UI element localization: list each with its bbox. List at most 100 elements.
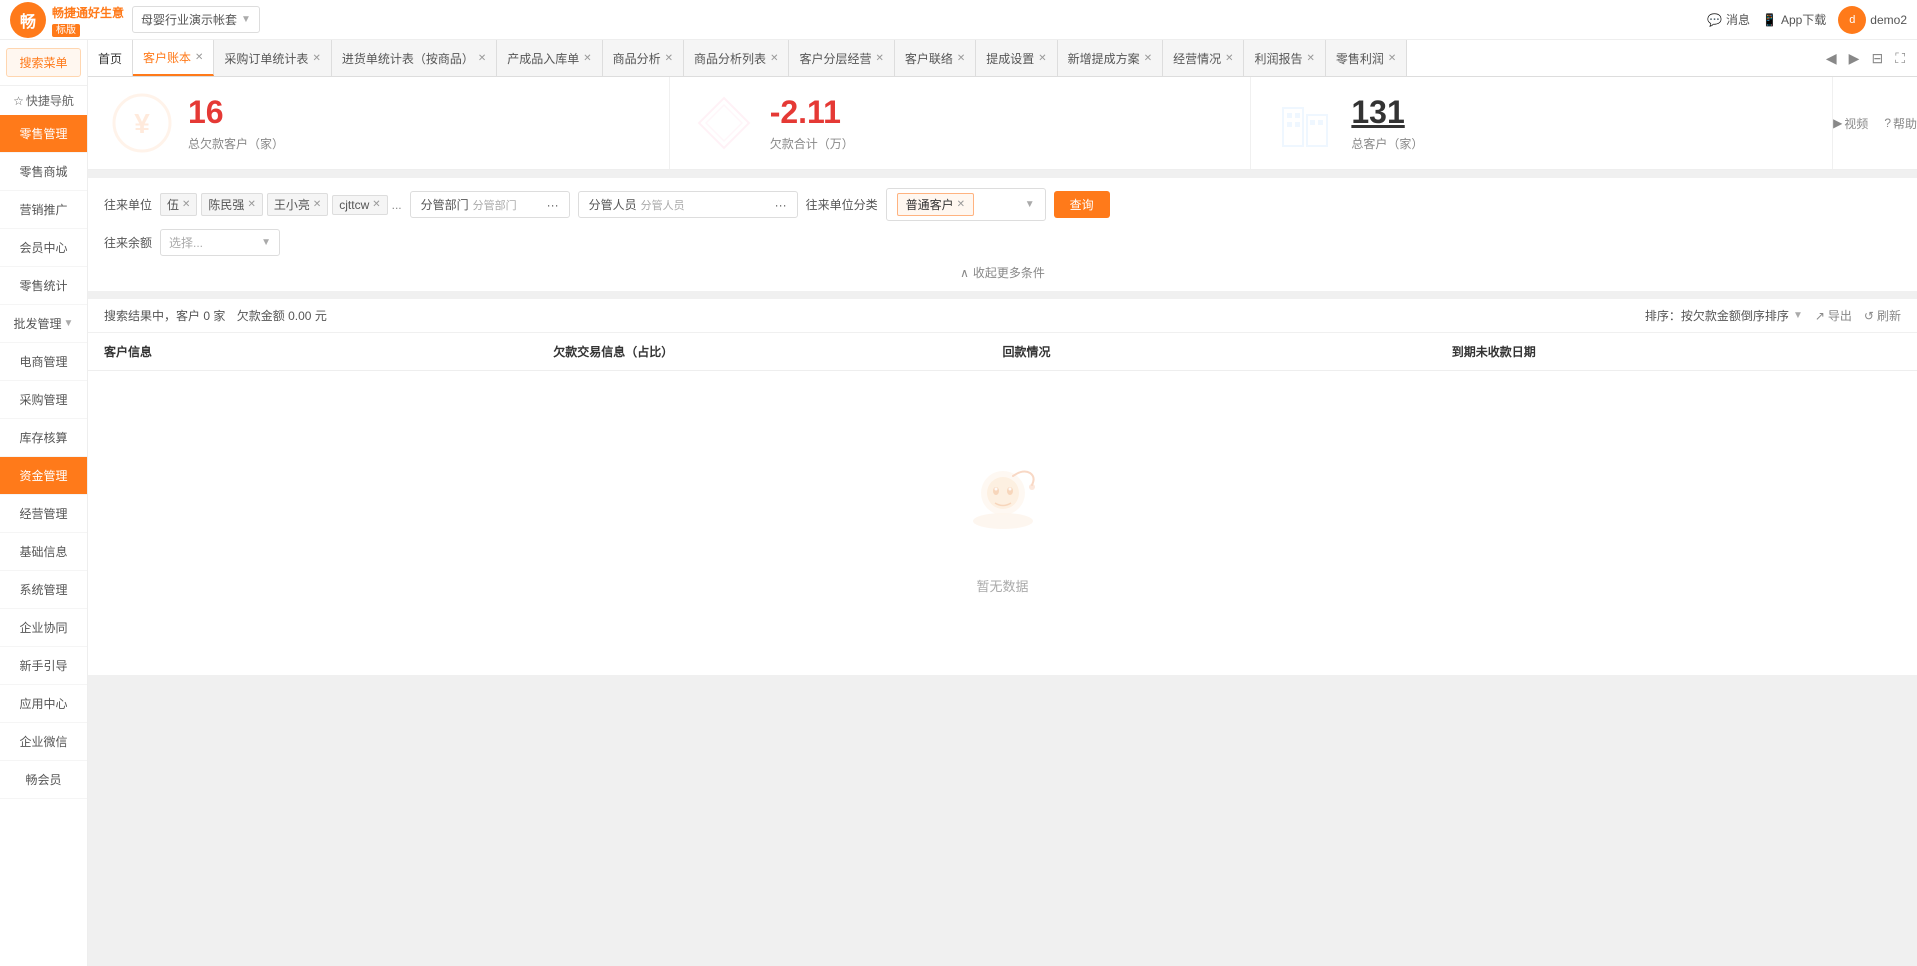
tab-customer-tier[interactable]: 客户分层经营 ✕ <box>789 40 894 76</box>
svg-text:¥: ¥ <box>134 108 150 139</box>
tab-close-icon[interactable]: ✕ <box>957 53 965 64</box>
tag-close-category[interactable]: ✕ <box>957 199 965 210</box>
tab-bar: 首页 客户账本 ✕ 采购订单统计表 ✕ 进货单统计表（按商品） ✕ 产成品入库单… <box>88 40 1917 77</box>
tab-business-status[interactable]: 经营情况 ✕ <box>1163 40 1244 76</box>
export-icon: ↗ <box>1815 309 1825 323</box>
balance-select[interactable]: 选择... ▼ <box>160 229 280 256</box>
tab-inbound-stats[interactable]: 进货单统计表（按商品） ✕ <box>332 40 497 76</box>
sort-select[interactable]: 排序：按欠款金额倒序排序 ▼ <box>1645 307 1803 324</box>
tab-close-icon[interactable]: ✕ <box>665 53 673 64</box>
col-due-date: 到期未收款日期 <box>1452 343 1901 360</box>
tab-close-icon[interactable]: ✕ <box>1144 53 1152 64</box>
sidebar-item-retail-mgmt[interactable]: 零售管理 <box>0 115 87 153</box>
sidebar-item-inventory[interactable]: 库存核算 <box>0 419 87 457</box>
tab-retail-profit[interactable]: 零售利润 ✕ <box>1326 40 1407 76</box>
stat-info-customers: 16 总欠款客户（家） <box>188 94 284 152</box>
sidebar-item-basic-info[interactable]: 基础信息 <box>0 533 87 571</box>
help-button[interactable]: ? 帮助 <box>1884 115 1917 132</box>
app-download-button[interactable]: 📱 App下载 <box>1762 11 1826 28</box>
person-dots-icon: ··· <box>775 198 787 212</box>
col-customer-info: 客户信息 <box>104 343 553 360</box>
filter-tag-cjttcw: cjttcw ✕ <box>332 195 387 215</box>
export-button[interactable]: ↗ 导出 <box>1815 307 1852 324</box>
sidebar-item-ecommerce[interactable]: 电商管理 <box>0 343 87 381</box>
content-area: 首页 客户账本 ✕ 采购订单统计表 ✕ 进货单统计表（按商品） ✕ 产成品入库单… <box>88 40 1917 966</box>
tab-close-icon[interactable]: ✕ <box>1038 53 1046 64</box>
tab-prev-icon[interactable]: ◀ <box>1822 48 1841 69</box>
quick-nav-button[interactable]: ☆ 快捷导航 <box>0 86 87 115</box>
tab-close-icon[interactable]: ✕ <box>770 53 778 64</box>
tab-close-icon[interactable]: ✕ <box>1388 53 1396 64</box>
user-menu[interactable]: d demo2 <box>1838 6 1907 34</box>
stat-block-overdue-amount: -2.11 欠款合计（万） <box>670 77 1252 169</box>
sidebar-item-retail-stats[interactable]: 零售统计 <box>0 267 87 305</box>
tab-purchase-order[interactable]: 采购订单统计表 ✕ <box>214 40 331 76</box>
tag-close-wang[interactable]: ✕ <box>313 199 321 210</box>
video-icon: ▶ <box>1833 116 1842 130</box>
tag-close-cjttcw[interactable]: ✕ <box>372 199 380 210</box>
tab-close-icon[interactable]: ✕ <box>583 53 591 64</box>
sidebar: 搜索菜单 ☆ 快捷导航 零售管理 零售商城 营销推广 会员中心 零售统计 批发管… <box>0 40 88 966</box>
page-content: ¥ 16 总欠款客户（家） <box>88 77 1917 966</box>
topbar-right: 💬 消息 📱 App下载 d demo2 <box>1707 6 1907 34</box>
tab-close-icon[interactable]: ✕ <box>312 53 320 64</box>
sidebar-item-member-center[interactable]: 会员中心 <box>0 229 87 267</box>
results-bar: 搜索结果中，客户 0 家 欠款金额 0.00 元 排序：按欠款金额倒序排序 ▼ … <box>88 299 1917 333</box>
main-layout: 搜索菜单 ☆ 快捷导航 零售管理 零售商城 营销推广 会员中心 零售统计 批发管… <box>0 40 1917 966</box>
diamond-icon <box>694 93 754 153</box>
tab-product-inbound[interactable]: 产成品入库单 ✕ <box>497 40 602 76</box>
tab-product-analysis-list[interactable]: 商品分析列表 ✕ <box>684 40 789 76</box>
sidebar-item-retail-mall[interactable]: 零售商城 <box>0 153 87 191</box>
dept-dropdown[interactable]: 分管部门 分管部门 ··· <box>410 191 570 218</box>
sidebar-item-system[interactable]: 系统管理 <box>0 571 87 609</box>
tab-product-analysis[interactable]: 商品分析 ✕ <box>603 40 684 76</box>
refresh-button[interactable]: ↺ 刷新 <box>1864 307 1901 324</box>
tab-customer-ledger[interactable]: 客户账本 ✕ <box>133 40 214 76</box>
tab-commission-settings[interactable]: 提成设置 ✕ <box>976 40 1057 76</box>
sidebar-item-member[interactable]: 畅会员 <box>0 761 87 799</box>
star-icon: ☆ <box>13 94 24 108</box>
video-help-button[interactable]: ▶ 视频 <box>1833 115 1868 132</box>
chevron-down-icon: ▼ <box>241 14 251 25</box>
tab-new-commission[interactable]: 新增提成方案 ✕ <box>1058 40 1163 76</box>
filter-more-button[interactable]: ... <box>392 198 402 212</box>
query-button[interactable]: 查询 <box>1054 191 1110 218</box>
sidebar-item-operation[interactable]: 经营管理 <box>0 495 87 533</box>
sidebar-item-enterprise[interactable]: 企业协同 <box>0 609 87 647</box>
category-dropdown[interactable]: 普通客户 ✕ ▼ <box>886 188 1046 221</box>
search-menu-button[interactable]: 搜索菜单 <box>6 48 81 77</box>
tab-profit-report[interactable]: 利润报告 ✕ <box>1244 40 1325 76</box>
sidebar-item-finance[interactable]: 资金管理 <box>0 457 87 495</box>
sidebar-search-section: 搜索菜单 <box>0 40 87 86</box>
tab-close-icon[interactable]: ✕ <box>478 53 486 64</box>
tab-close-icon[interactable]: ✕ <box>195 52 203 63</box>
tag-close-chen[interactable]: ✕ <box>247 199 255 210</box>
tab-close-icon[interactable]: ✕ <box>1225 53 1233 64</box>
tag-close-wu[interactable]: ✕ <box>182 199 190 210</box>
tab-close-icon[interactable]: ✕ <box>875 53 883 64</box>
empty-illustration <box>958 451 1048 560</box>
collapse-button[interactable]: ∧ 收起更多条件 <box>960 264 1045 281</box>
tab-next-icon[interactable]: ▶ <box>1845 48 1864 69</box>
sidebar-item-purchase[interactable]: 采购管理 <box>0 381 87 419</box>
tab-expand-icon[interactable]: ⛶ <box>1891 48 1909 69</box>
sidebar-item-wholesale[interactable]: 批发管理 ▼ <box>0 305 87 343</box>
empty-state: 暂无数据 <box>88 371 1917 675</box>
sidebar-item-wechat[interactable]: 企业微信 <box>0 723 87 761</box>
message-button[interactable]: 💬 消息 <box>1707 11 1750 28</box>
tab-customer-contact[interactable]: 客户联络 ✕ <box>895 40 976 76</box>
person-dropdown[interactable]: 分管人员 分管人员 ··· <box>578 191 798 218</box>
filter-tag-wang: 王小亮 ✕ <box>267 193 328 216</box>
tab-close-icon[interactable]: ✕ <box>1307 53 1315 64</box>
tab-home[interactable]: 首页 <box>88 40 133 76</box>
chevron-down-icon: ▼ <box>261 237 271 248</box>
message-icon: 💬 <box>1707 13 1722 27</box>
sidebar-item-newbie[interactable]: 新手引导 <box>0 647 87 685</box>
help-icon: ? <box>1884 116 1891 130</box>
sidebar-item-app-center[interactable]: 应用中心 <box>0 685 87 723</box>
account-selector[interactable]: 母婴行业演示帐套 ▼ <box>132 6 260 33</box>
tab-menu-icon[interactable]: ⊟ <box>1867 48 1887 69</box>
sidebar-item-marketing[interactable]: 营销推广 <box>0 191 87 229</box>
filter-tag-chen: 陈民强 ✕ <box>201 193 262 216</box>
chevron-down-icon: ▼ <box>1793 310 1803 321</box>
